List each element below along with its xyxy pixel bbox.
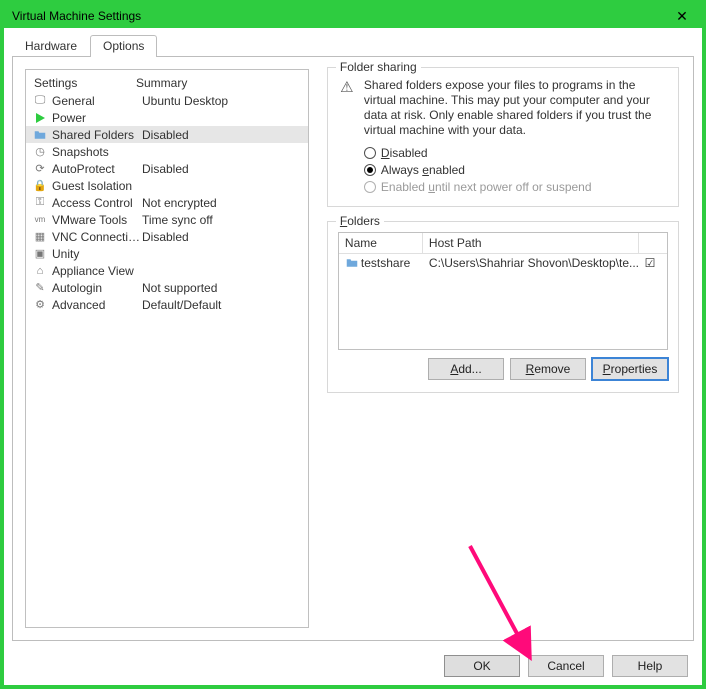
vnc-icon: ▦ [32, 230, 48, 244]
cancel-button[interactable]: Cancel [528, 655, 604, 677]
radio-icon [364, 181, 376, 193]
list-item[interactable]: ▣ Unity [26, 245, 308, 262]
list-item[interactable]: vm VMware Tools Time sync off [26, 211, 308, 228]
col-name[interactable]: Name [339, 233, 423, 253]
list-item[interactable]: Shared Folders Disabled [26, 126, 308, 143]
refresh-icon: ⟳ [32, 162, 48, 176]
settings-label: Power [52, 111, 142, 125]
settings-summary: Time sync off [142, 213, 304, 227]
folders-table-head: Name Host Path [339, 233, 667, 254]
radio-always-enabled[interactable]: Always enabled [364, 163, 668, 177]
settings-label: Advanced [52, 298, 142, 312]
appliance-icon: ⌂ [32, 264, 48, 278]
options-panel: Settings Summary 🖵 General Ubuntu Deskto… [12, 56, 694, 641]
settings-label: VNC Connections [52, 230, 142, 244]
properties-button[interactable]: Properties [592, 358, 668, 380]
col-checked [639, 233, 667, 253]
settings-label: Guest Isolation [52, 179, 142, 193]
settings-summary: Ubuntu Desktop [142, 94, 304, 108]
vmware-icon: vm [32, 213, 48, 227]
list-item[interactable]: ◷ Snapshots [26, 143, 308, 160]
window-title: Virtual Machine Settings [12, 9, 141, 23]
advanced-icon: ⚙ [32, 298, 48, 312]
radio-label: Enabled until next power off or suspend [381, 180, 592, 194]
list-item[interactable]: Power [26, 109, 308, 126]
list-item[interactable]: ⚙ Advanced Default/Default [26, 296, 308, 313]
dialog-buttons: OK Cancel Help [4, 649, 702, 685]
settings-summary: Not encrypted [142, 196, 304, 210]
warning-row: ⚠ Shared folders expose your files to pr… [338, 78, 668, 138]
remove-button[interactable]: Remove [510, 358, 586, 380]
folders-buttons: Add... Remove Properties [338, 358, 668, 380]
list-item[interactable]: ⟳ AutoProtect Disabled [26, 160, 308, 177]
list-item[interactable]: ✎ Autologin Not supported [26, 279, 308, 296]
settings-summary: Default/Default [142, 298, 304, 312]
col-host-path[interactable]: Host Path [423, 233, 639, 253]
radio-label: Always enabled [381, 163, 465, 177]
settings-label: Autologin [52, 281, 142, 295]
settings-list-header: Settings Summary [26, 70, 308, 92]
settings-label: Snapshots [52, 145, 142, 159]
settings-summary: Not supported [142, 281, 304, 295]
ok-button[interactable]: OK [444, 655, 520, 677]
help-button[interactable]: Help [612, 655, 688, 677]
settings-list-pane: Settings Summary 🖵 General Ubuntu Deskto… [13, 57, 321, 640]
warning-text: Shared folders expose your files to prog… [364, 78, 668, 138]
lock-icon: 🔒 [32, 179, 48, 193]
monitor-icon: 🖵 [32, 94, 48, 108]
warning-icon: ⚠ [338, 78, 356, 96]
table-row[interactable]: testshare C:\Users\Shahriar Shovon\Deskt… [339, 254, 667, 272]
add-button[interactable]: Add... [428, 358, 504, 380]
folder-name: testshare [361, 256, 429, 270]
settings-summary: Disabled [142, 128, 304, 142]
list-item[interactable]: ▦ VNC Connections Disabled [26, 228, 308, 245]
folder-enabled-check[interactable]: ☑ [639, 256, 661, 270]
settings-label: Unity [52, 247, 142, 261]
folder-path: C:\Users\Shahriar Shovon\Desktop\te... [429, 256, 639, 270]
folder-icon [32, 128, 48, 142]
list-item[interactable]: ⌂ Appliance View [26, 262, 308, 279]
settings-label: Shared Folders [52, 128, 142, 142]
radio-label: Disabled [381, 146, 428, 160]
client-area: Hardware Options Settings Summary 🖵 Gene… [4, 28, 702, 685]
titlebar: Virtual Machine Settings ✕ [4, 4, 702, 28]
settings-label: General [52, 94, 142, 108]
radio-icon [364, 164, 376, 176]
close-icon[interactable]: ✕ [670, 9, 694, 23]
clock-icon: ◷ [32, 145, 48, 159]
key-icon: ⚿ [32, 196, 48, 210]
vm-settings-window: Virtual Machine Settings ✕ Hardware Opti… [0, 0, 706, 689]
radio-disabled[interactable]: Disabled [364, 146, 668, 160]
list-item[interactable]: 🖵 General Ubuntu Desktop [26, 92, 308, 109]
tab-options[interactable]: Options [90, 35, 157, 57]
autologin-icon: ✎ [32, 281, 48, 295]
radio-icon [364, 147, 376, 159]
settings-summary: Disabled [142, 162, 304, 176]
list-item[interactable]: ⚿ Access Control Not encrypted [26, 194, 308, 211]
radio-enabled-until: Enabled until next power off or suspend [364, 180, 668, 194]
settings-label: Access Control [52, 196, 142, 210]
tab-hardware[interactable]: Hardware [12, 35, 90, 57]
settings-label: Appliance View [52, 264, 142, 278]
play-icon [32, 111, 48, 125]
settings-label: VMware Tools [52, 213, 142, 227]
tabs: Hardware Options [4, 28, 702, 56]
detail-pane: Folder sharing ⚠ Shared folders expose y… [321, 57, 693, 640]
list-item[interactable]: 🔒 Guest Isolation [26, 177, 308, 194]
sharing-radio-set: Disabled Always enabled Enabled until ne… [364, 146, 668, 194]
settings-listbox[interactable]: Settings Summary 🖵 General Ubuntu Deskto… [25, 69, 309, 628]
group-legend: Folders [336, 214, 384, 228]
group-legend: Folder sharing [336, 60, 421, 74]
col-settings: Settings [34, 76, 136, 90]
folder-sharing-group: Folder sharing ⚠ Shared folders expose y… [327, 67, 679, 207]
folders-table[interactable]: Name Host Path testshare C:\Users\Shahri… [338, 232, 668, 350]
folder-icon [345, 257, 359, 269]
folders-group: Folders Name Host Path testshare [327, 221, 679, 393]
settings-label: AutoProtect [52, 162, 142, 176]
settings-summary: Disabled [142, 230, 304, 244]
col-summary: Summary [136, 76, 187, 90]
unity-icon: ▣ [32, 247, 48, 261]
